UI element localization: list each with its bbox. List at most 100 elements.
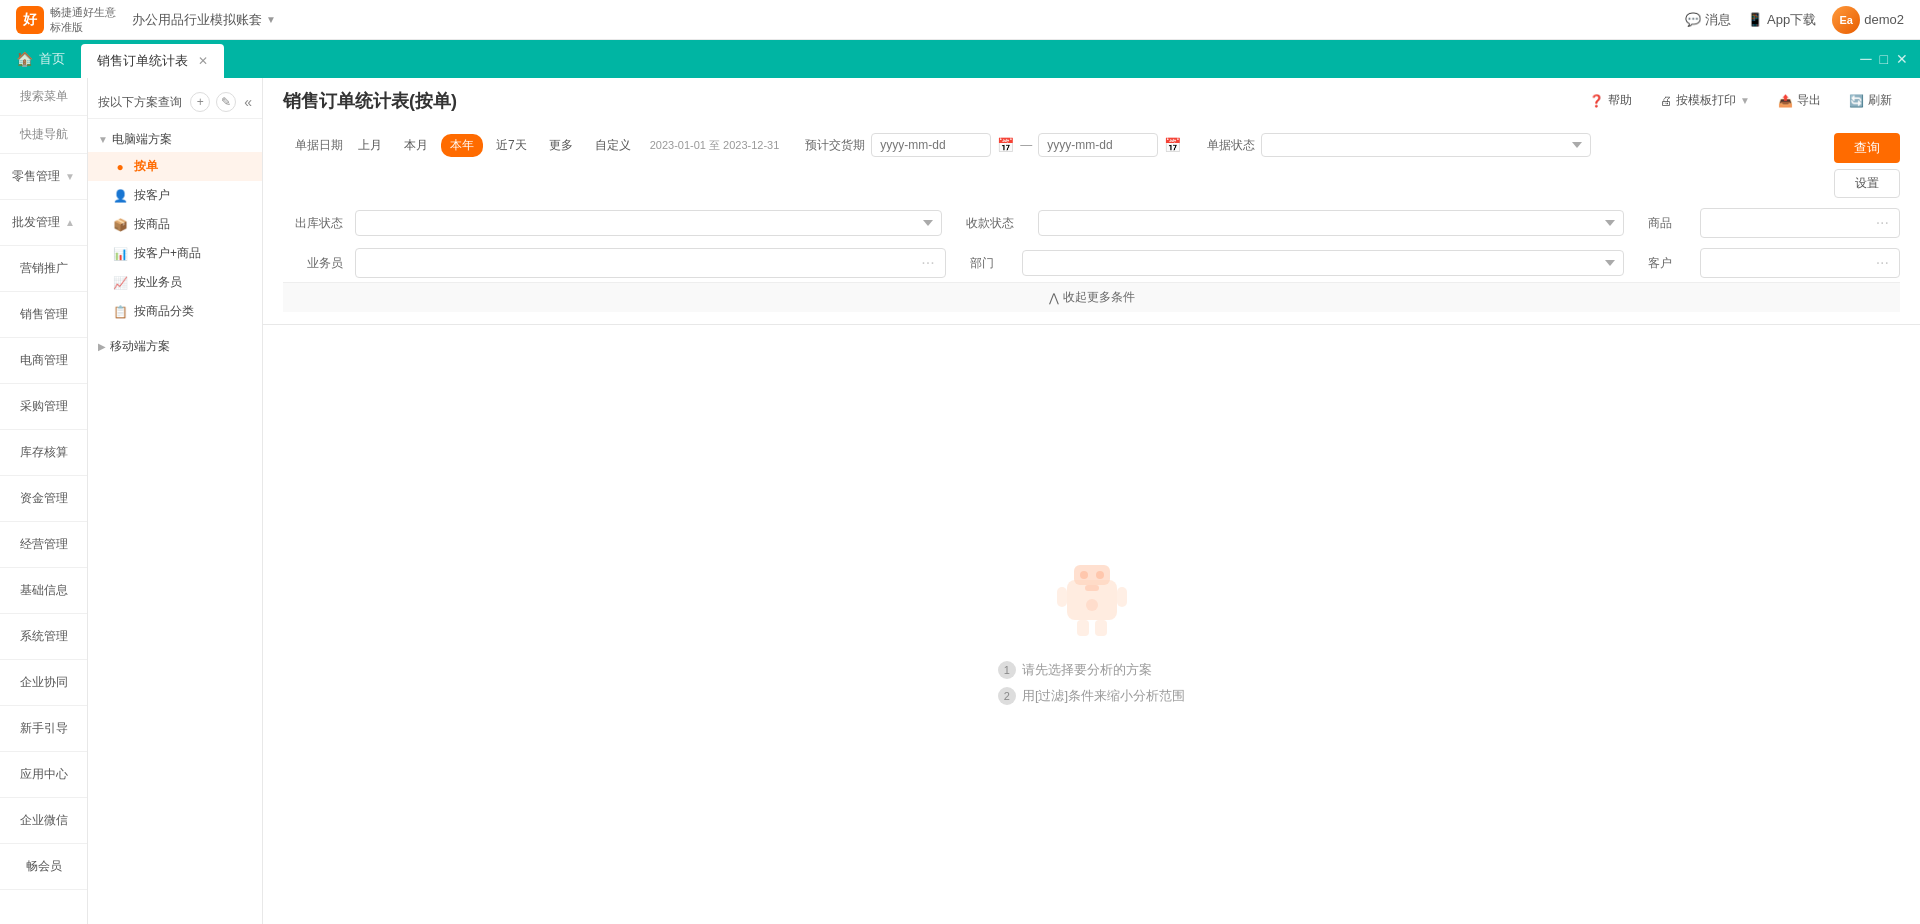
user-label: demo2: [1864, 12, 1904, 27]
shortcut-custom[interactable]: 自定义: [586, 134, 640, 157]
shortcut-this-year[interactable]: 本年: [441, 134, 483, 157]
svg-rect-6: [1117, 587, 1127, 607]
app-download-label: App下载: [1767, 11, 1816, 29]
refresh-icon: 🔄: [1849, 94, 1864, 108]
expected-delivery-from[interactable]: [871, 133, 991, 157]
sidebar-item-enterprise[interactable]: 企业协同: [0, 660, 87, 706]
dept-select[interactable]: [1022, 250, 1624, 276]
customer-input[interactable]: ···: [1700, 248, 1900, 278]
close-window-btn[interactable]: ✕: [1896, 51, 1908, 67]
scheme-item-by-goods[interactable]: 📦 按商品: [88, 210, 262, 239]
sidebar-item-purchase[interactable]: 采购管理: [0, 384, 87, 430]
salesperson-dots-icon[interactable]: ···: [921, 254, 934, 272]
filter-row-1: 单据日期 上月 本月 本年 近7天 更多 自定义 2023-01-01 至 20…: [283, 133, 1900, 198]
page-title: 销售订单统计表(按单): [283, 89, 457, 113]
collapse-link[interactable]: ⋀ 收起更多条件: [1049, 289, 1135, 306]
out-status-select[interactable]: [355, 210, 942, 236]
shortcut-this-month[interactable]: 本月: [395, 134, 437, 157]
settings-btn[interactable]: 设置: [1834, 169, 1900, 198]
sidebar-item-retail[interactable]: 零售管理 ▼: [0, 154, 87, 200]
scheme-group-mobile-title[interactable]: ▶ 移动端方案: [88, 334, 262, 359]
chevron-down-icon: ▼: [266, 14, 276, 25]
sidebar-item-newbie[interactable]: 新手引导: [0, 706, 87, 752]
content-area: 按以下方案查询 + ✎ « ▼ 电脑端方案 ● 按单 👤 按客户: [88, 78, 1920, 924]
search-btn[interactable]: 查询: [1834, 133, 1900, 163]
tab-close-icon[interactable]: ✕: [198, 54, 208, 68]
maximize-btn[interactable]: □: [1880, 51, 1888, 67]
scheme-group-pc-title[interactable]: ▼ 电脑端方案: [88, 127, 262, 152]
date-shortcuts: 上月 本月 本年 近7天 更多 自定义: [349, 134, 640, 157]
scheme-group-mobile: ▶ 移动端方案: [88, 330, 262, 363]
sidebar-item-finance[interactable]: 资金管理: [0, 476, 87, 522]
export-btn[interactable]: 📤 导出: [1770, 88, 1829, 113]
message-label: 消息: [1705, 11, 1731, 29]
out-status-label: 出库状态: [283, 215, 343, 232]
empty-tip-1: 1 请先选择要分析的方案: [998, 661, 1185, 679]
refresh-label: 刷新: [1868, 92, 1892, 109]
expected-delivery-to[interactable]: [1038, 133, 1158, 157]
scheme-icon-customer-goods: 📊: [112, 246, 128, 262]
panel-title: 按以下方案查询: [98, 94, 184, 111]
scheme-item-by-customer-goods[interactable]: 📊 按客户+商品: [88, 239, 262, 268]
tab-sales-order-stats[interactable]: 销售订单统计表 ✕: [81, 44, 224, 78]
page-header: 销售订单统计表(按单) ❓ 帮助 🖨 按模板打印 ▼ 📤: [263, 78, 1920, 121]
page-title-row: 销售订单统计表(按单) ❓ 帮助 🖨 按模板打印 ▼ 📤: [283, 88, 1900, 113]
shortcut-more[interactable]: 更多: [540, 134, 582, 157]
doc-status-select[interactable]: [1261, 133, 1591, 157]
tab-sales-order-stats-label: 销售订单统计表: [97, 52, 188, 70]
message-action[interactable]: 💬 消息: [1685, 11, 1731, 29]
cal-from-icon[interactable]: 📅: [997, 137, 1014, 153]
sidebar-quick-nav[interactable]: 快捷导航: [0, 116, 87, 154]
dept-label: 部门: [970, 255, 1010, 272]
empty-state: 1 请先选择要分析的方案 2 用[过滤]条件来缩小分析范围: [263, 325, 1920, 924]
sidebar-item-wechat[interactable]: 企业微信: [0, 798, 87, 844]
sidebar-item-ecommerce[interactable]: 电商管理: [0, 338, 87, 384]
shortcut-7days[interactable]: 近7天: [487, 134, 536, 157]
scheme-icon-salesperson: 📈: [112, 275, 128, 291]
scheme-item-by-category[interactable]: 📋 按商品分类: [88, 297, 262, 326]
refresh-btn[interactable]: 🔄 刷新: [1841, 88, 1900, 113]
sidebar-item-basic[interactable]: 基础信息: [0, 568, 87, 614]
shortcut-last-month[interactable]: 上月: [349, 134, 391, 157]
payment-status-select[interactable]: [1038, 210, 1625, 236]
filter-row-2: 出库状态 收款状态 商品 ···: [283, 208, 1900, 238]
home-icon: 🏠: [16, 51, 33, 67]
print-icon: 🖨: [1660, 94, 1672, 108]
goods-input[interactable]: ···: [1700, 208, 1900, 238]
tip-num-1: 1: [998, 661, 1016, 679]
app-selector-label: 办公用品行业模拟账套: [132, 11, 262, 29]
tab-home[interactable]: 🏠 首页: [0, 40, 81, 78]
sidebar-item-marketing[interactable]: 营销推广: [0, 246, 87, 292]
customer-dots-icon[interactable]: ···: [1876, 254, 1889, 272]
export-icon: 📤: [1778, 94, 1793, 108]
cal-to-icon[interactable]: 📅: [1164, 137, 1181, 153]
tip-num-2: 2: [998, 687, 1016, 705]
minimize-btn[interactable]: ─: [1860, 50, 1871, 68]
collapse-panel-btn[interactable]: «: [244, 94, 252, 110]
sidebar-item-wholesale[interactable]: 批发管理 ▲: [0, 200, 87, 246]
sidebar-item-sales[interactable]: 销售管理: [0, 292, 87, 338]
sidebar-item-operations[interactable]: 经营管理: [0, 522, 87, 568]
goods-dots-icon[interactable]: ···: [1876, 214, 1889, 232]
scheme-item-by-customer[interactable]: 👤 按客户: [88, 181, 262, 210]
template-print-btn[interactable]: 🖨 按模板打印 ▼: [1652, 88, 1758, 113]
sidebar: 搜索菜单 快捷导航 零售管理 ▼ 批发管理 ▲ 营销推广 销售管理 电商管理 采…: [0, 78, 88, 924]
svg-rect-7: [1077, 620, 1089, 636]
sidebar-item-vip[interactable]: 畅会员: [0, 844, 87, 890]
sidebar-item-system[interactable]: 系统管理: [0, 614, 87, 660]
left-panel: 按以下方案查询 + ✎ « ▼ 电脑端方案 ● 按单 👤 按客户: [88, 78, 263, 924]
app-download-action[interactable]: 📱 App下载: [1747, 11, 1816, 29]
app-selector[interactable]: 办公用品行业模拟账套 ▼: [124, 7, 284, 33]
add-scheme-btn[interactable]: +: [190, 92, 210, 112]
scheme-item-by-salesperson[interactable]: 📈 按业务员: [88, 268, 262, 297]
sidebar-item-inventory[interactable]: 库存核算: [0, 430, 87, 476]
edit-scheme-btn[interactable]: ✎: [216, 92, 236, 112]
page-actions: ❓ 帮助 🖨 按模板打印 ▼ 📤 导出 🔄: [1581, 88, 1900, 113]
help-btn[interactable]: ❓ 帮助: [1581, 88, 1640, 113]
help-label: 帮助: [1608, 92, 1632, 109]
sidebar-item-appstore[interactable]: 应用中心: [0, 752, 87, 798]
scheme-item-by-order[interactable]: ● 按单: [88, 152, 262, 181]
sidebar-search-menu[interactable]: 搜索菜单: [0, 78, 87, 116]
salesperson-input[interactable]: ···: [355, 248, 946, 278]
user-action[interactable]: Ea demo2: [1832, 6, 1904, 34]
